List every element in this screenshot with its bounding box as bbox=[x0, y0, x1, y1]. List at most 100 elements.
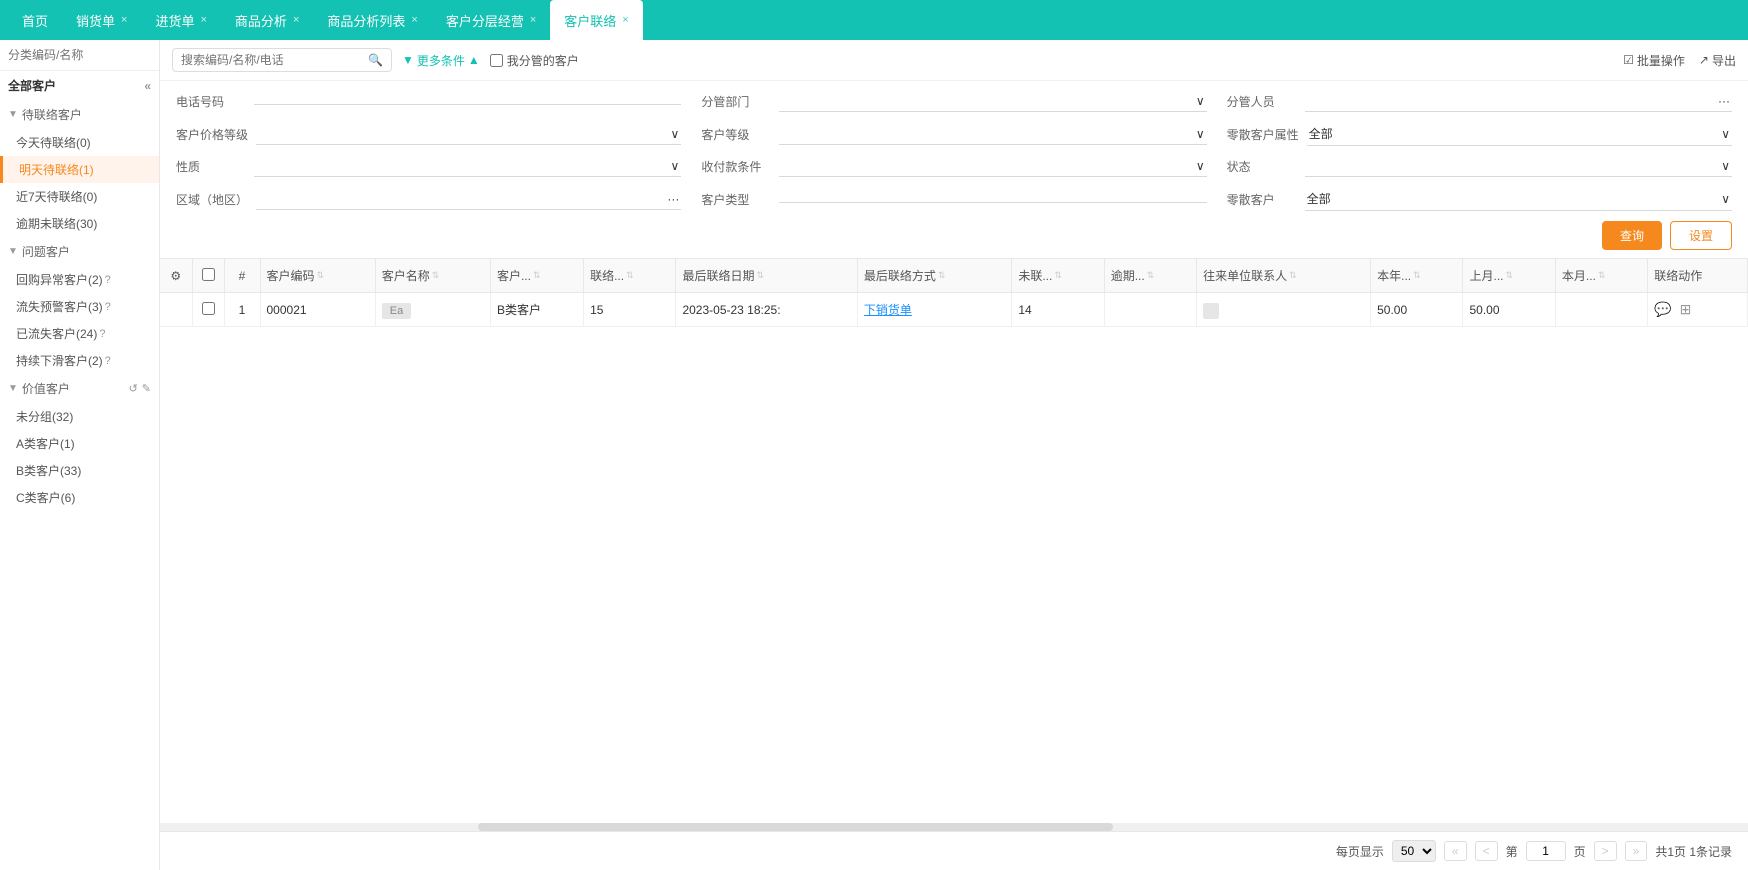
more-icon[interactable]: ··· bbox=[667, 192, 679, 206]
close-icon[interactable]: × bbox=[293, 14, 299, 26]
batch-ops-area: ☑ 批量操作 ↗ 导出 bbox=[1623, 52, 1736, 69]
filter-icon: ▼ bbox=[402, 53, 414, 67]
batch-ops-button[interactable]: ☑ 批量操作 bbox=[1623, 52, 1685, 69]
per-page-select[interactable]: 50 bbox=[1392, 840, 1436, 862]
filter-branch-dept: 分管部门 ∨ bbox=[701, 91, 1206, 112]
problem-section-header[interactable]: ▼ 问题客户 bbox=[0, 237, 159, 266]
search-button-icon[interactable]: 🔍 bbox=[368, 53, 383, 67]
sidebar-item-a-class[interactable]: A类客户(1) bbox=[0, 430, 159, 457]
sort-icon[interactable]: ⇅ bbox=[533, 270, 541, 281]
row-unlinking: 14 bbox=[1012, 293, 1104, 327]
next-page-button[interactable]: > bbox=[1594, 841, 1617, 861]
close-icon[interactable]: × bbox=[530, 14, 536, 26]
search-input[interactable] bbox=[181, 53, 368, 67]
set-button[interactable]: 设置 bbox=[1670, 221, 1732, 250]
nav-home[interactable]: 首页 bbox=[8, 0, 62, 40]
message-icon[interactable]: 💬 bbox=[1654, 301, 1671, 318]
row-actions[interactable]: 💬 ⊞ bbox=[1648, 293, 1748, 327]
th-this-month: 本月...⇅ bbox=[1555, 259, 1647, 293]
zero-retail-attr-input[interactable]: 全部 ∨ bbox=[1307, 122, 1732, 146]
query-button[interactable]: 查询 bbox=[1602, 221, 1662, 250]
sort-icon[interactable]: ⇅ bbox=[1289, 270, 1297, 281]
last-page-button[interactable]: » bbox=[1625, 841, 1648, 861]
payment-input[interactable]: ∨ bbox=[779, 156, 1206, 177]
nav-sales-order[interactable]: 销货单 × bbox=[62, 0, 141, 40]
table-settings-col[interactable]: ⚙ bbox=[160, 259, 192, 293]
table-checkbox-col[interactable] bbox=[192, 259, 224, 293]
help-icon[interactable]: ? bbox=[105, 274, 111, 286]
row-checkbox[interactable] bbox=[192, 293, 224, 327]
sort-icon[interactable]: ⇅ bbox=[1598, 270, 1606, 281]
close-icon[interactable]: × bbox=[200, 14, 206, 26]
help-icon[interactable]: ? bbox=[105, 355, 111, 367]
row-name: Ea bbox=[375, 293, 490, 327]
sort-icon[interactable]: ⇅ bbox=[1054, 270, 1062, 281]
refresh-icon[interactable]: ↺ bbox=[129, 382, 138, 395]
grid-icon[interactable]: ⊞ bbox=[1680, 301, 1692, 318]
export-button[interactable]: ↗ 导出 bbox=[1699, 52, 1736, 69]
export-icon: ↗ bbox=[1699, 53, 1709, 67]
value-section-header[interactable]: ▼ 价值客户 ↺ ✎ bbox=[0, 374, 159, 403]
nav-customer-contact[interactable]: 客户联络 × bbox=[550, 0, 642, 40]
page-number-input[interactable] bbox=[1526, 841, 1566, 861]
zero-retail-input[interactable]: 全部 ∨ bbox=[1305, 187, 1732, 211]
horizontal-scrollbar[interactable] bbox=[160, 823, 1748, 831]
nature-input[interactable]: ∨ bbox=[254, 156, 681, 177]
sort-icon[interactable]: ⇅ bbox=[432, 270, 440, 281]
help-icon[interactable]: ? bbox=[99, 328, 105, 340]
sidebar-search-wrap: 🔍 bbox=[0, 40, 159, 71]
sidebar-item-c-class[interactable]: C类客户(6) bbox=[0, 484, 159, 511]
sidebar-item-repurchase-abnormal[interactable]: 回购异常客户(2) ? bbox=[0, 266, 159, 293]
edit-icon[interactable]: ✎ bbox=[142, 382, 151, 395]
sidebar-search-input[interactable] bbox=[8, 48, 160, 62]
phone-input[interactable] bbox=[254, 98, 681, 105]
close-icon[interactable]: × bbox=[622, 14, 628, 26]
sort-icon[interactable]: ⇅ bbox=[1506, 270, 1514, 281]
sidebar-item-continuous-decline[interactable]: 持续下滑客户(2) ? bbox=[0, 347, 159, 374]
pending-section-header[interactable]: ▼ 待联络客户 bbox=[0, 100, 159, 129]
nav-customer-stratification[interactable]: 客户分层经营 × bbox=[432, 0, 550, 40]
scrollbar-thumb[interactable] bbox=[478, 823, 1113, 831]
sidebar-item-ungrouped[interactable]: 未分组(32) bbox=[0, 403, 159, 430]
filter-zero-retail-attr: 零散客户属性 全部 ∨ bbox=[1227, 122, 1732, 146]
prev-page-button[interactable]: < bbox=[1475, 841, 1498, 861]
sidebar-item-tomorrow-pending[interactable]: 明天待联络(1) bbox=[0, 156, 159, 183]
nav-product-analysis-list[interactable]: 商品分析列表 × bbox=[313, 0, 431, 40]
sidebar-item-today-pending[interactable]: 今天待联络(0) bbox=[0, 129, 159, 156]
my-customers-checkbox[interactable]: 我分管的客户 bbox=[490, 52, 579, 69]
status-input[interactable]: ∨ bbox=[1305, 156, 1732, 177]
branch-dept-input[interactable]: ∨ bbox=[779, 91, 1206, 112]
collapse-icon[interactable]: « bbox=[144, 79, 151, 93]
more-conditions-button[interactable]: ▼ 更多条件 ▲ bbox=[402, 52, 480, 69]
customer-price-grade-input[interactable]: ∨ bbox=[256, 124, 681, 145]
area-input[interactable]: ··· bbox=[256, 189, 681, 210]
sort-icon[interactable]: ⇅ bbox=[1413, 270, 1421, 281]
sidebar-item-churned[interactable]: 已流失客户(24) ? bbox=[0, 320, 159, 347]
row-select-checkbox[interactable] bbox=[202, 302, 215, 315]
sort-icon[interactable]: ⇅ bbox=[938, 270, 946, 281]
customer-type-input[interactable] bbox=[779, 196, 1206, 203]
sidebar-item-churn-warning[interactable]: 流失预警客户(3) ? bbox=[0, 293, 159, 320]
close-icon[interactable]: × bbox=[121, 14, 127, 26]
select-all-checkbox[interactable] bbox=[202, 268, 215, 281]
table-wrap: ⚙ # 客户编码⇅ 客户名称⇅ 客户...⇅ 联络... bbox=[160, 259, 1748, 823]
sort-icon[interactable]: ⇅ bbox=[626, 270, 634, 281]
close-icon[interactable]: × bbox=[411, 14, 417, 26]
row-last-contact-method[interactable]: 下销货单 bbox=[857, 293, 1011, 327]
help-icon[interactable]: ? bbox=[105, 301, 111, 313]
nav-product-analysis[interactable]: 商品分析 × bbox=[221, 0, 313, 40]
more-icon[interactable]: ··· bbox=[1718, 94, 1730, 108]
first-page-button[interactable]: « bbox=[1444, 841, 1467, 861]
my-customers-check[interactable] bbox=[490, 54, 503, 67]
branch-person-input[interactable]: ··· bbox=[1305, 91, 1732, 112]
sidebar-item-b-class[interactable]: B类客户(33) bbox=[0, 457, 159, 484]
sort-icon[interactable]: ⇅ bbox=[756, 270, 764, 281]
nav-purchase-order[interactable]: 进货单 × bbox=[141, 0, 220, 40]
chevron-down-icon: ∨ bbox=[1196, 159, 1205, 173]
sort-icon[interactable]: ⇅ bbox=[1147, 270, 1155, 281]
row-settings bbox=[160, 293, 192, 327]
sidebar-item-7days-pending[interactable]: 近7天待联络(0) bbox=[0, 183, 159, 210]
sidebar-item-overdue-pending[interactable]: 逾期未联络(30) bbox=[0, 210, 159, 237]
sort-icon[interactable]: ⇅ bbox=[317, 270, 325, 281]
customer-grade-input[interactable]: ∨ bbox=[779, 124, 1206, 145]
